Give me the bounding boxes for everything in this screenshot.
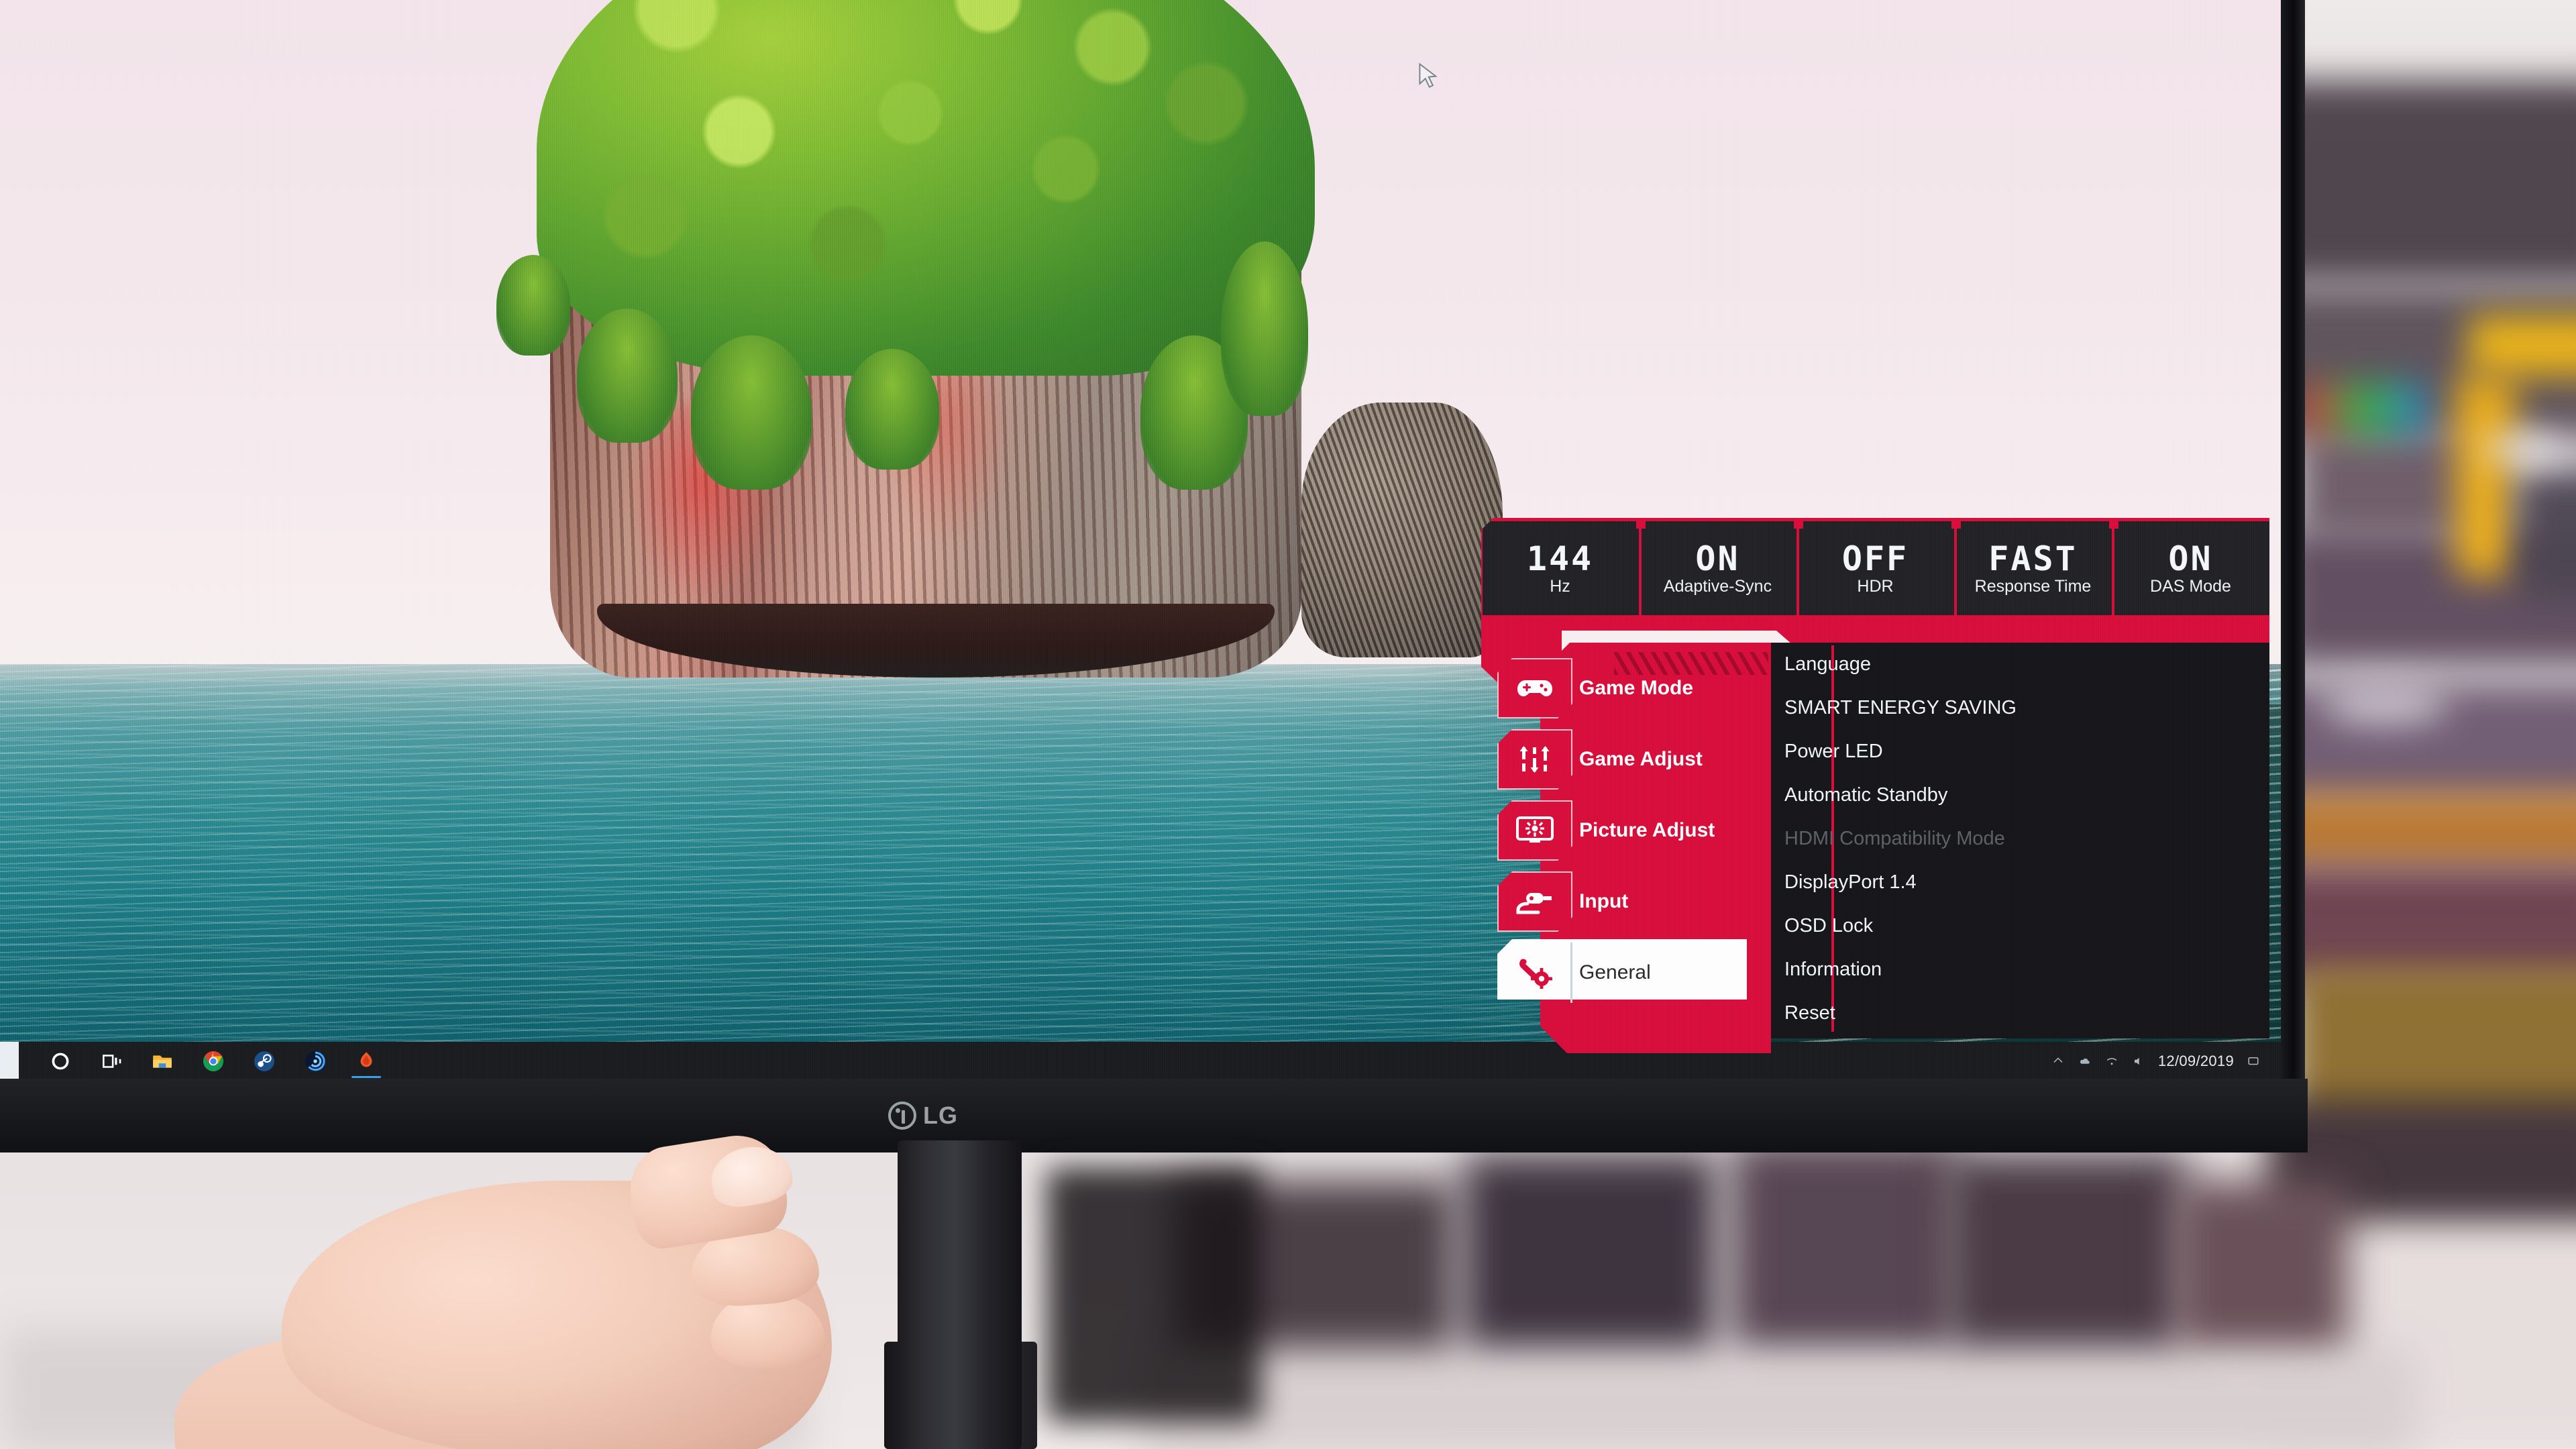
user-hand xyxy=(174,1128,885,1449)
bg-colorful-box xyxy=(2301,382,2428,436)
bg-bokeh-3 xyxy=(1731,1140,1959,1368)
sidebar-item-picture-adjust[interactable]: Picture Adjust xyxy=(1497,797,1747,864)
menu-item-osd-lock[interactable]: OSD Lock xyxy=(1784,904,2066,948)
monitor-stand-shadow xyxy=(1046,1167,1261,1422)
screenshot-root: 12/09/2019 144 Hz ON Adaptive-Sync OFF H… xyxy=(0,0,2576,1449)
status-value: ON xyxy=(1695,539,1740,578)
status-tile-das-mode: ON DAS Mode xyxy=(2109,518,2269,615)
osd-status-bar: 144 Hz ON Adaptive-Sync OFF HDR FAST Res… xyxy=(1481,518,2269,619)
menu-item-label: Language xyxy=(1784,653,1872,675)
sidebar-item-label: Input xyxy=(1579,890,1629,912)
bg-bokeh-4 xyxy=(1945,1154,2187,1375)
lg-brand-logo: LG xyxy=(888,1100,1022,1131)
sidebar-item-label: Picture Adjust xyxy=(1579,819,1715,841)
display-icon xyxy=(1497,800,1572,861)
sidebar-item-label: Game Adjust xyxy=(1579,748,1703,770)
menu-item-smart-energy-saving[interactable]: SMART ENERGY SAVING xyxy=(1784,686,2066,730)
sidebar-item-label: General xyxy=(1579,961,1651,983)
status-tile-refresh-rate: 144 Hz xyxy=(1481,521,1639,615)
sidebar-item-game-mode[interactable]: Game Mode xyxy=(1497,655,1747,722)
status-value: OFF xyxy=(1841,539,1909,578)
menu-item-label: DisplayPort 1.4 xyxy=(1784,871,1917,893)
sidebar-item-general[interactable]: General xyxy=(1497,939,1747,1006)
bg-shelf-1 xyxy=(2267,80,2576,282)
menu-item-hdmi-compatibility-mode: HDMI Compatibility Mode xyxy=(1784,817,2066,861)
menu-item-automatic-standby[interactable]: Automatic Standby xyxy=(1784,773,2066,817)
wrench-gear-icon xyxy=(1497,943,1572,1003)
menu-item-reset[interactable]: Reset xyxy=(1784,991,2066,1035)
status-label: HDR xyxy=(1857,576,1894,596)
status-label: Hz xyxy=(1550,576,1570,596)
menu-item-label: Reset xyxy=(1784,1002,1835,1024)
menu-item-label: HDMI Compatibility Mode xyxy=(1784,828,2005,849)
sidebar-item-input[interactable]: Input xyxy=(1497,868,1747,935)
mouse-cursor xyxy=(1419,63,1438,89)
menu-item-power-led[interactable]: Power LED xyxy=(1784,730,2066,773)
menu-item-information[interactable]: Information xyxy=(1784,948,2066,991)
menu-item-language[interactable]: Language xyxy=(1784,643,2066,686)
osd-menu-list: Language SMART ENERGY SAVING Power LED A… xyxy=(1784,643,2066,1035)
status-label: DAS Mode xyxy=(2150,576,2231,596)
gamepad-icon xyxy=(1497,658,1572,718)
status-value: ON xyxy=(2168,539,2213,578)
menu-item-label: Automatic Standby xyxy=(1784,784,1948,806)
bg-white-disc xyxy=(2482,436,2563,463)
status-label: Response Time xyxy=(1974,576,2092,596)
bg-yellow-object-2 xyxy=(2455,376,2516,577)
bg-bokeh-5 xyxy=(2174,1181,2348,1368)
menu-item-label: Power LED xyxy=(1784,741,1883,762)
monitor-stand-column xyxy=(898,1140,1022,1449)
sidebar-item-game-adjust[interactable]: Game Adjust xyxy=(1497,726,1747,793)
sidebar-item-label: Game Mode xyxy=(1579,677,1694,699)
menu-item-displayport-14[interactable]: DisplayPort 1.4 xyxy=(1784,861,2066,904)
status-tile-response-time: FAST Response Time xyxy=(1951,518,2112,615)
monitor-screen: 12/09/2019 144 Hz ON Adaptive-Sync OFF H… xyxy=(0,0,2281,1080)
monitor-osd: 144 Hz ON Adaptive-Sync OFF HDR FAST Res… xyxy=(0,0,2281,1080)
menu-item-label: SMART ENERGY SAVING xyxy=(1784,697,2017,718)
bg-grey-disc xyxy=(2321,684,2449,724)
bg-yellow-object-1 xyxy=(2469,315,2576,376)
plug-icon xyxy=(1497,871,1572,932)
bg-box-right xyxy=(2516,470,2576,597)
bg-desk-surface-right xyxy=(1140,1348,2415,1449)
status-label: Adaptive-Sync xyxy=(1663,576,1772,596)
menu-item-label: Information xyxy=(1784,959,1882,980)
sliders-icon xyxy=(1497,729,1572,790)
monitor-right-edge xyxy=(2279,0,2305,1140)
status-tile-adaptive-sync: ON Adaptive-Sync xyxy=(1636,518,1796,615)
bg-bokeh-2 xyxy=(1462,1154,1717,1375)
menu-item-label: OSD Lock xyxy=(1784,915,1874,936)
status-tile-hdr: OFF HDR xyxy=(1794,518,1954,615)
lg-wordmark: LG xyxy=(923,1102,958,1129)
status-value: FAST xyxy=(1988,539,2078,578)
status-value: 144 xyxy=(1526,539,1594,578)
osd-panel: Game Mode Game Adjust Picture Adjust Inp… xyxy=(1497,643,2269,1053)
lg-circle-mark xyxy=(888,1102,916,1130)
bg-shelf-6 xyxy=(2267,792,2576,872)
